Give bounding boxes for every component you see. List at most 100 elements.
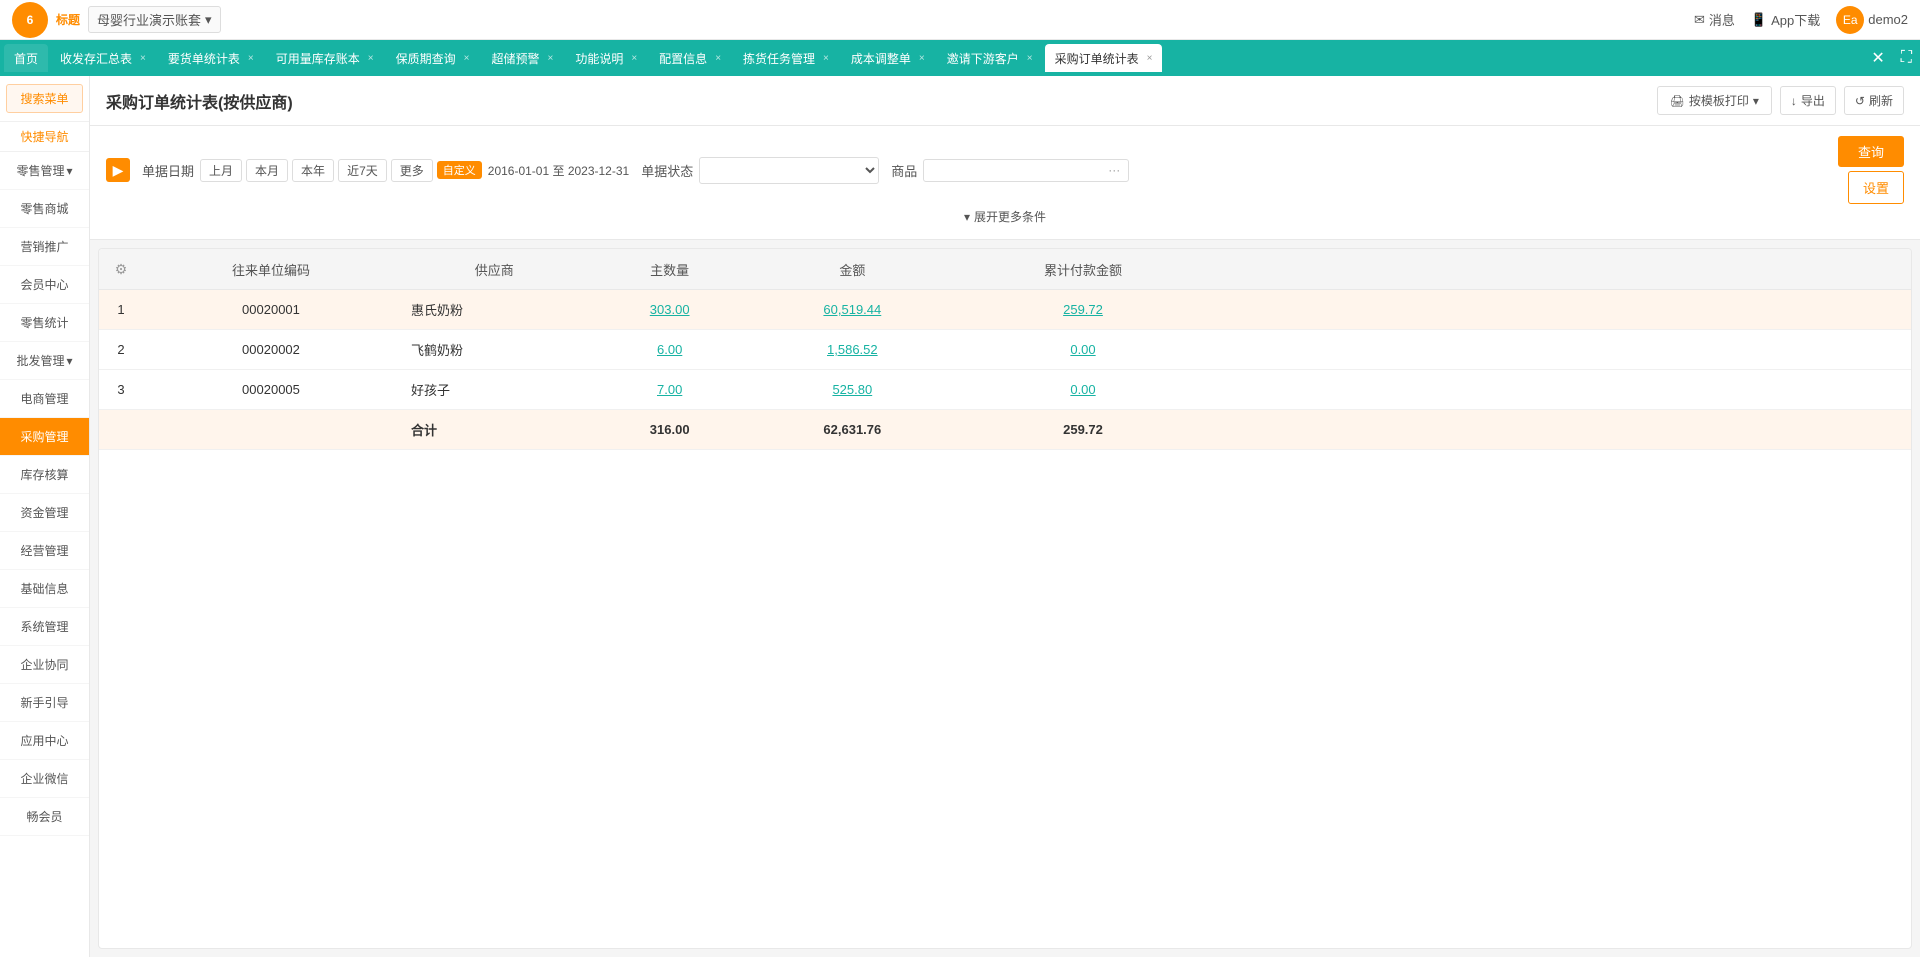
sidebar-item-wholesale[interactable]: 批发管理 ▾ [0,342,89,380]
tab-function-close[interactable]: × [631,53,637,64]
store-dropdown-icon: ▾ [205,12,212,28]
avatar-initials: Ea [1843,13,1858,27]
col-header-qty: 主数量 [590,249,750,290]
sidebar-item-enterprise[interactable]: 企业协同 [0,646,89,684]
sidebar-item-guide[interactable]: 新手引导 [0,684,89,722]
print-dropdown-icon: ▾ [1753,94,1759,108]
expand-more-button[interactable]: ▾ 展开更多条件 [106,204,1904,229]
logo-icon: 6 [12,2,48,38]
row-num: 2 [99,330,143,370]
row-supplier: 飞鹤奶粉 [399,330,590,370]
sidebar-item-member2[interactable]: 畅会员 [0,798,89,836]
filter-custom-tag[interactable]: 自定义 [437,161,482,179]
quick-nav-button[interactable]: 快捷导航 [0,122,89,152]
filter-btn-7days[interactable]: 近7天 [338,159,387,182]
tab-invite-close[interactable]: × [1027,53,1033,64]
sidebar-item-marketing[interactable]: 营销推广 [0,228,89,266]
tab-cost-adj[interactable]: 成本调整单 × [841,44,935,72]
filter-section: ▶ 单据日期 上月 本月 本年 近7天 更多 自定义 2016-01-01 至 … [90,126,1920,240]
status-select-input[interactable] [699,157,879,184]
app-icon: 📱 [1751,12,1767,28]
refresh-icon: ↺ [1855,94,1865,108]
store-selector[interactable]: 母婴行业演示账套 ▾ [88,6,221,33]
filter-date-group: 单据日期 上月 本月 本年 近7天 更多 自定义 2016-01-01 至 20… [142,159,629,182]
sidebar-item-app-center[interactable]: 应用中心 [0,722,89,760]
refresh-button[interactable]: ↺ 刷新 [1844,86,1904,115]
product-more-icon[interactable]: ··· [1108,163,1120,177]
tab-validity-close[interactable]: × [464,53,470,64]
tab-overstock-close[interactable]: × [547,53,553,64]
tab-inventory[interactable]: 可用量库存账本 × [266,44,384,72]
tab-config-label: 配置信息 [659,50,707,67]
filter-btn-more[interactable]: 更多 [391,159,433,182]
filter-btn-this-month[interactable]: 本月 [246,159,288,182]
tab-invite-label: 邀请下游客户 [947,50,1019,67]
tab-purchase-stat-close[interactable]: × [1147,53,1153,64]
tab-config-close[interactable]: × [715,53,721,64]
table-container: ⚙ 往来单位编码 供应商 主数量 金额 累计付款金额 1 00020001 [98,248,1912,949]
tab-purchase-stat[interactable]: 采购订单统计表 × [1045,44,1163,72]
app-download-button[interactable]: 📱 App下载 [1751,10,1820,29]
tab-cost-adj-close[interactable]: × [919,53,925,64]
sidebar-item-retail[interactable]: 零售管理 ▾ [0,152,89,190]
nav-fullscreen-icon[interactable]: ⛶ [1897,45,1916,71]
tab-pick-task-close[interactable]: × [823,53,829,64]
export-button[interactable]: ↓ 导出 [1780,86,1836,115]
tab-pick-task[interactable]: 拣货任务管理 × [733,44,839,72]
sidebar-item-purchase[interactable]: 采购管理 [0,418,89,456]
sidebar-item-retail-shop[interactable]: 零售商城 [0,190,89,228]
table-row: 1 00020001 惠氏奶粉 303.00 60,519.44 259.72 [99,290,1911,330]
sidebar-item-retail-stat[interactable]: 零售统计 [0,304,89,342]
tab-order-stat-close[interactable]: × [248,53,254,64]
tab-invite[interactable]: 邀请下游客户 × [937,44,1043,72]
row-qty: 303.00 [590,290,750,330]
col-header-amount: 金额 [750,249,955,290]
tab-order-stat[interactable]: 要货单统计表 × [158,44,264,72]
user-avatar[interactable]: Ea demo2 [1836,6,1908,34]
row-supplier: 惠氏奶粉 [399,290,590,330]
tab-inventory-close[interactable]: × [368,53,374,64]
filter-product-group: 商品 ··· [891,159,1129,182]
nav-close-icon[interactable]: ✕ [1867,44,1888,72]
row-paid: 259.72 [955,290,1211,330]
query-button[interactable]: 查询 [1838,136,1904,167]
sidebar-item-basic-info[interactable]: 基础信息 [0,570,89,608]
table-settings-icon[interactable]: ⚙ [111,259,131,279]
col-header-code: 往来单位编码 [143,249,399,290]
sidebar-item-finance[interactable]: 资金管理 [0,494,89,532]
sidebar-item-sys-mgmt[interactable]: 系统管理 [0,608,89,646]
print-button[interactable]: 🖨 按模板打印 ▾ [1657,86,1772,115]
filter-btn-last-month[interactable]: 上月 [200,159,242,182]
tab-config[interactable]: 配置信息 × [649,44,731,72]
filter-status-group: 单据状态 [641,157,879,184]
sidebar-item-wechat[interactable]: 企业微信 [0,760,89,798]
filter-btn-this-year[interactable]: 本年 [292,159,334,182]
sidebar-item-ecommerce[interactable]: 电商管理 [0,380,89,418]
tab-receipt-close[interactable]: × [140,53,146,64]
top-bar-left: 6 标题 母婴行业演示账套 ▾ [12,2,221,38]
row-qty: 6.00 [590,330,750,370]
row-num: 3 [99,370,143,410]
row-amount: 1,586.52 [750,330,955,370]
col-header-paid: 累计付款金额 [955,249,1211,290]
tab-function-label: 功能说明 [575,50,623,67]
filter-date-range: 2016-01-01 至 2023-12-31 [488,162,629,179]
tab-receipt[interactable]: 收发存汇总表 × [50,44,156,72]
tab-function[interactable]: 功能说明 × [565,44,647,72]
settings-button[interactable]: 设置 [1848,171,1904,204]
tab-overstock[interactable]: 超储预警 × [481,44,563,72]
print-icon: 🖨 [1670,94,1685,108]
avatar-image: Ea [1836,6,1864,34]
message-button[interactable]: ✉ 消息 [1694,10,1735,29]
sidebar-item-operation[interactable]: 经营管理 [0,532,89,570]
tab-home[interactable]: 首页 [4,44,48,72]
sidebar-search-section: 搜索菜单 [0,76,89,122]
table-row: 3 00020005 好孩子 7.00 525.80 0.00 [99,370,1911,410]
chevron-down-icon-3: ▾ [964,210,970,224]
tab-validity[interactable]: 保质期查询 × [386,44,480,72]
sidebar-item-member[interactable]: 会员中心 [0,266,89,304]
sidebar-item-inventory-check[interactable]: 库存核算 [0,456,89,494]
search-menu-button[interactable]: 搜索菜单 [6,84,83,113]
product-input[interactable] [932,163,1108,178]
filter-toggle-button[interactable]: ▶ [106,158,130,182]
